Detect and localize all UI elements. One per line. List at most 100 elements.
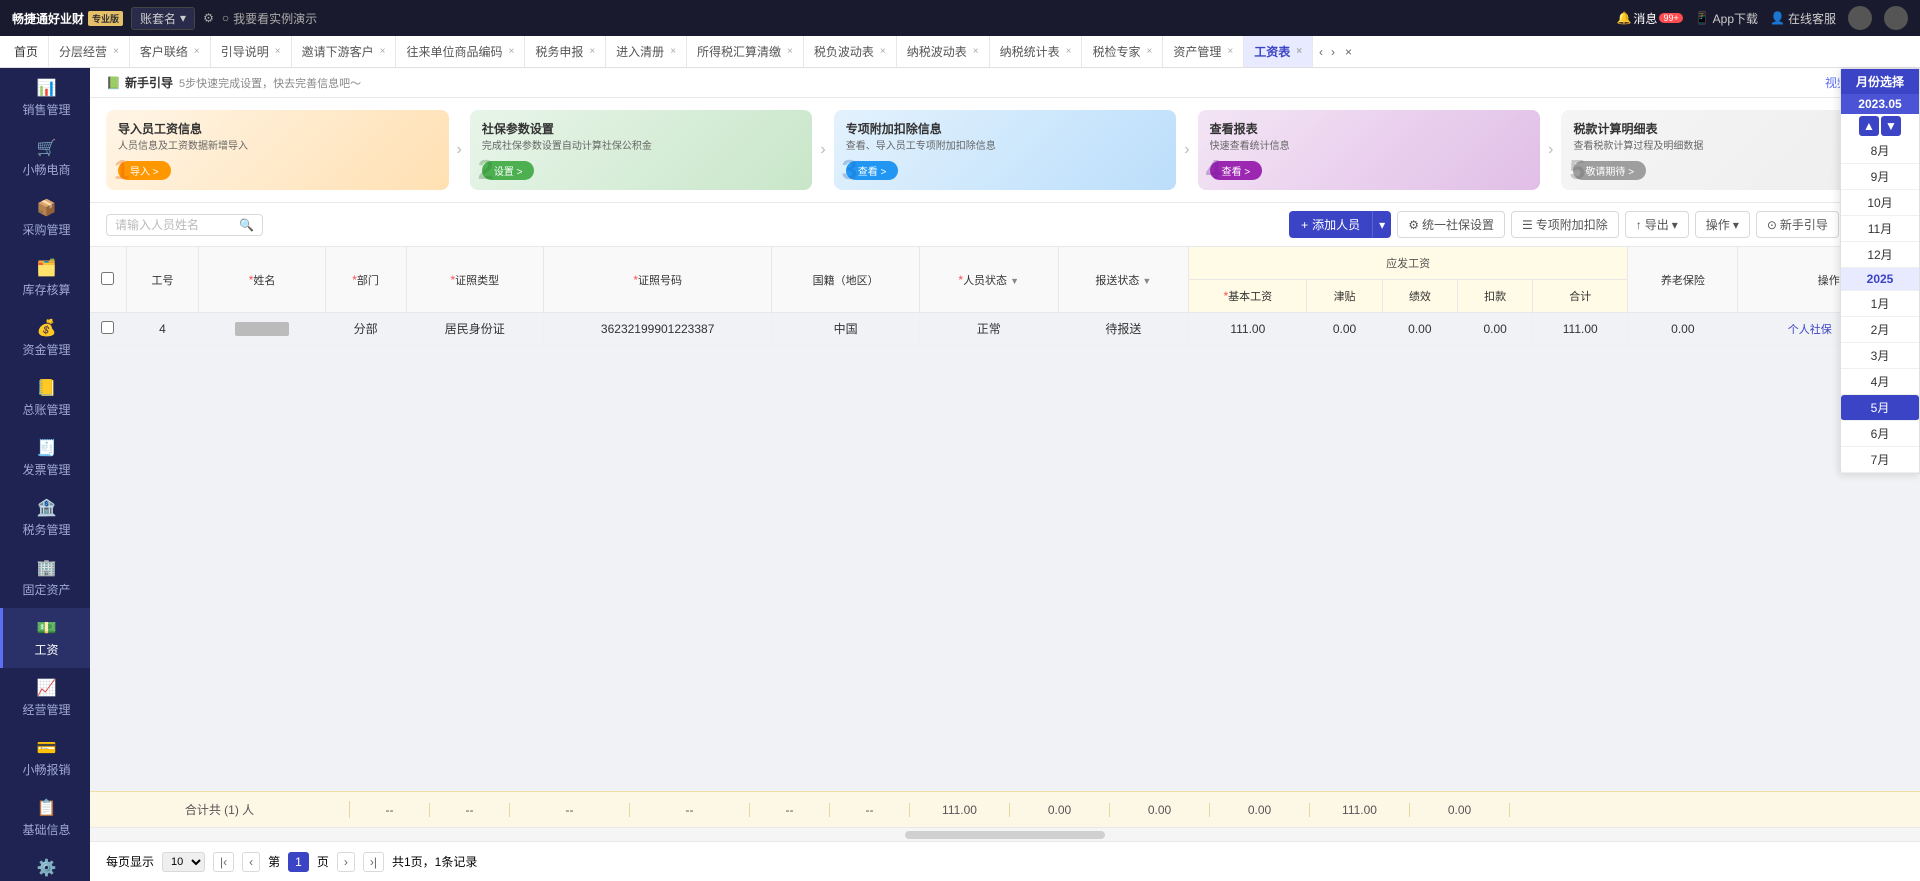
month-item-5[interactable]: 5月 (1841, 395, 1919, 421)
month-item-3[interactable]: 3月 (1841, 343, 1919, 369)
operate-button[interactable]: 操作 ▾ (1695, 211, 1750, 238)
close-all-tabs-button[interactable]: × (1339, 45, 1358, 59)
tab-close-qingce[interactable]: × (670, 46, 676, 57)
base-info-icon: 📋 (37, 798, 57, 818)
tab-close-salary[interactable]: × (1296, 46, 1302, 57)
tab-close-fencengjingying[interactable]: × (113, 46, 119, 57)
tab-home[interactable]: 首页 (4, 36, 49, 68)
sidebar-item-base-info[interactable]: 📋 基础信息 (0, 788, 90, 848)
first-page-button[interactable]: |‹ (213, 852, 234, 872)
month-nav-down[interactable]: ▼ (1881, 116, 1901, 136)
user-avatar-extra[interactable] (1884, 6, 1908, 30)
month-item-1[interactable]: 1月 (1841, 291, 1919, 317)
last-page-button[interactable]: ›| (363, 852, 384, 872)
tab-tax-expert[interactable]: 税检专家 × (1082, 36, 1163, 68)
sidebar-item-expense[interactable]: 💳 小畅报销 (0, 728, 90, 788)
export-dropdown-icon: ▾ (1672, 218, 1678, 232)
month-item-12[interactable]: 12月 (1841, 242, 1919, 268)
add-person-dropdown-button[interactable]: ▾ (1372, 211, 1391, 238)
special-deduction-button[interactable]: ☰ 专项附加扣除 (1511, 211, 1619, 238)
tab-tax-wave1[interactable]: 税负波动表 × (804, 36, 897, 68)
nav-prev-icon[interactable]: ‹ (1315, 45, 1327, 59)
sidebar-item-fixed-assets[interactable]: 🏢 固定资产 (0, 548, 90, 608)
row-checkbox[interactable] (101, 321, 114, 334)
tab-close-goods-code[interactable]: × (508, 46, 514, 57)
tab-tax-calc[interactable]: 所得税汇算清缴 × (687, 36, 804, 68)
select-all-checkbox[interactable] (101, 272, 114, 285)
tab-close-tax-stat[interactable]: × (1066, 46, 1072, 57)
tab-close-tax-wave1[interactable]: × (880, 46, 886, 57)
month-item-9[interactable]: 9月 (1841, 164, 1919, 190)
summary-dash-3: -- (510, 803, 630, 817)
online-service-button[interactable]: 👤 在线客服 (1770, 10, 1836, 27)
add-person-button[interactable]: + 添加人员 (1289, 211, 1372, 238)
demo-button[interactable]: ○ 我要看实例演示 (222, 10, 317, 27)
sidebar-item-sales[interactable]: 📊 销售管理 (0, 68, 90, 128)
avatar[interactable] (1848, 6, 1872, 30)
tab-close-invite[interactable]: × (380, 46, 386, 57)
sidebar-item-salary[interactable]: 💵 工资 (0, 608, 90, 668)
step-arrow-2: › (818, 141, 827, 159)
tab-close-tax-expert[interactable]: × (1146, 46, 1152, 57)
sidebar-item-finance[interactable]: 💰 资金管理 (0, 308, 90, 368)
tab-salary[interactable]: 工资表 × (1244, 36, 1313, 68)
current-page-button[interactable]: 1 (288, 852, 309, 872)
sidebar-item-invoice[interactable]: 🧾 发票管理 (0, 428, 90, 488)
sidebar-item-operation[interactable]: 📈 经营管理 (0, 668, 90, 728)
month-nav-up[interactable]: ▲ (1859, 116, 1879, 136)
month-item-8[interactable]: 8月 (1841, 138, 1919, 164)
month-picker-nav: ▲ ▼ (1841, 114, 1919, 138)
settings-icon[interactable]: ⚙ (203, 11, 214, 25)
td-total: 111.00 (1533, 313, 1628, 345)
prev-page-button[interactable]: ‹ (242, 852, 260, 872)
salary-table: 工号 *姓名 *部门 *证照类型 *证照号码 国籍（地区） *人员状态 ▼ 报送… (90, 247, 1920, 345)
sidebar-item-inventory[interactable]: 🗂️ 库存核算 (0, 248, 90, 308)
month-item-2[interactable]: 2月 (1841, 317, 1919, 343)
td-worker-id: 4 (126, 313, 199, 345)
tab-tax-wave2[interactable]: 纳税波动表 × (897, 36, 990, 68)
tab-assets[interactable]: 资产管理 × (1163, 36, 1244, 68)
sidebar-item-ledger[interactable]: 📒 总账管理 (0, 368, 90, 428)
page-size-label: 每页显示 (106, 853, 154, 870)
sidebar-item-tax[interactable]: 🏦 税务管理 (0, 488, 90, 548)
sidebar-item-ecommerce[interactable]: 🛒 小畅电商 (0, 128, 90, 188)
nav-next-icon[interactable]: › (1327, 45, 1339, 59)
scroll-thumb[interactable] (905, 831, 1105, 839)
unify-setting-button[interactable]: ⚙ 统一社保设置 (1397, 211, 1505, 238)
search-input[interactable] (115, 218, 235, 232)
sidebar-item-system[interactable]: ⚙️ 系统管理 (0, 848, 90, 881)
sidebar-label-base-info: 基础信息 (22, 821, 70, 838)
month-item-11[interactable]: 11月 (1841, 216, 1919, 242)
tab-tax-report[interactable]: 税务申报 × (525, 36, 606, 68)
tab-close-tax-wave2[interactable]: × (973, 46, 979, 57)
tab-tax-stat[interactable]: 纳税统计表 × (990, 36, 1083, 68)
tab-yindao[interactable]: 引导说明 × (211, 36, 292, 68)
personal-insurance-link[interactable]: 个人社保 (1788, 324, 1832, 336)
account-selector[interactable]: 账套名 ▾ (131, 7, 195, 30)
month-item-10[interactable]: 10月 (1841, 190, 1919, 216)
app-download-button[interactable]: 📱 App下载 (1695, 10, 1758, 27)
sidebar-item-purchase[interactable]: 📦 采购管理 (0, 188, 90, 248)
th-wage-group: 应发工资 (1189, 247, 1628, 280)
summary-dash-1: -- (350, 803, 430, 817)
month-item-7[interactable]: 7月 (1841, 447, 1919, 473)
tab-goods-code[interactable]: 往来单位商品编码 × (396, 36, 525, 68)
message-button[interactable]: 🔔 消息 99+ (1616, 10, 1682, 27)
next-page-button[interactable]: › (337, 852, 355, 872)
tab-qingce[interactable]: 进入清册 × (606, 36, 687, 68)
td-report-status: 待报送 (1058, 313, 1189, 345)
tab-close-tax-calc[interactable]: × (787, 46, 793, 57)
tab-close-kehu[interactable]: × (194, 46, 200, 57)
tab-fencengjingying[interactable]: 分层经营 × (49, 36, 130, 68)
month-item-6[interactable]: 6月 (1841, 421, 1919, 447)
tab-kehu[interactable]: 客户联络 × (130, 36, 211, 68)
tab-close-assets[interactable]: × (1227, 46, 1233, 57)
tab-close-tax-report[interactable]: × (589, 46, 595, 57)
guide-button[interactable]: ⊙ 新手引导 (1756, 211, 1839, 238)
tab-close-yindao[interactable]: × (275, 46, 281, 57)
page-size-select[interactable]: 10 20 50 (162, 852, 205, 872)
tab-invite[interactable]: 邀请下游客户 × (292, 36, 397, 68)
month-item-4[interactable]: 4月 (1841, 369, 1919, 395)
search-icon[interactable]: 🔍 (239, 218, 254, 232)
export-button[interactable]: ↑ 导出 ▾ (1625, 211, 1689, 238)
